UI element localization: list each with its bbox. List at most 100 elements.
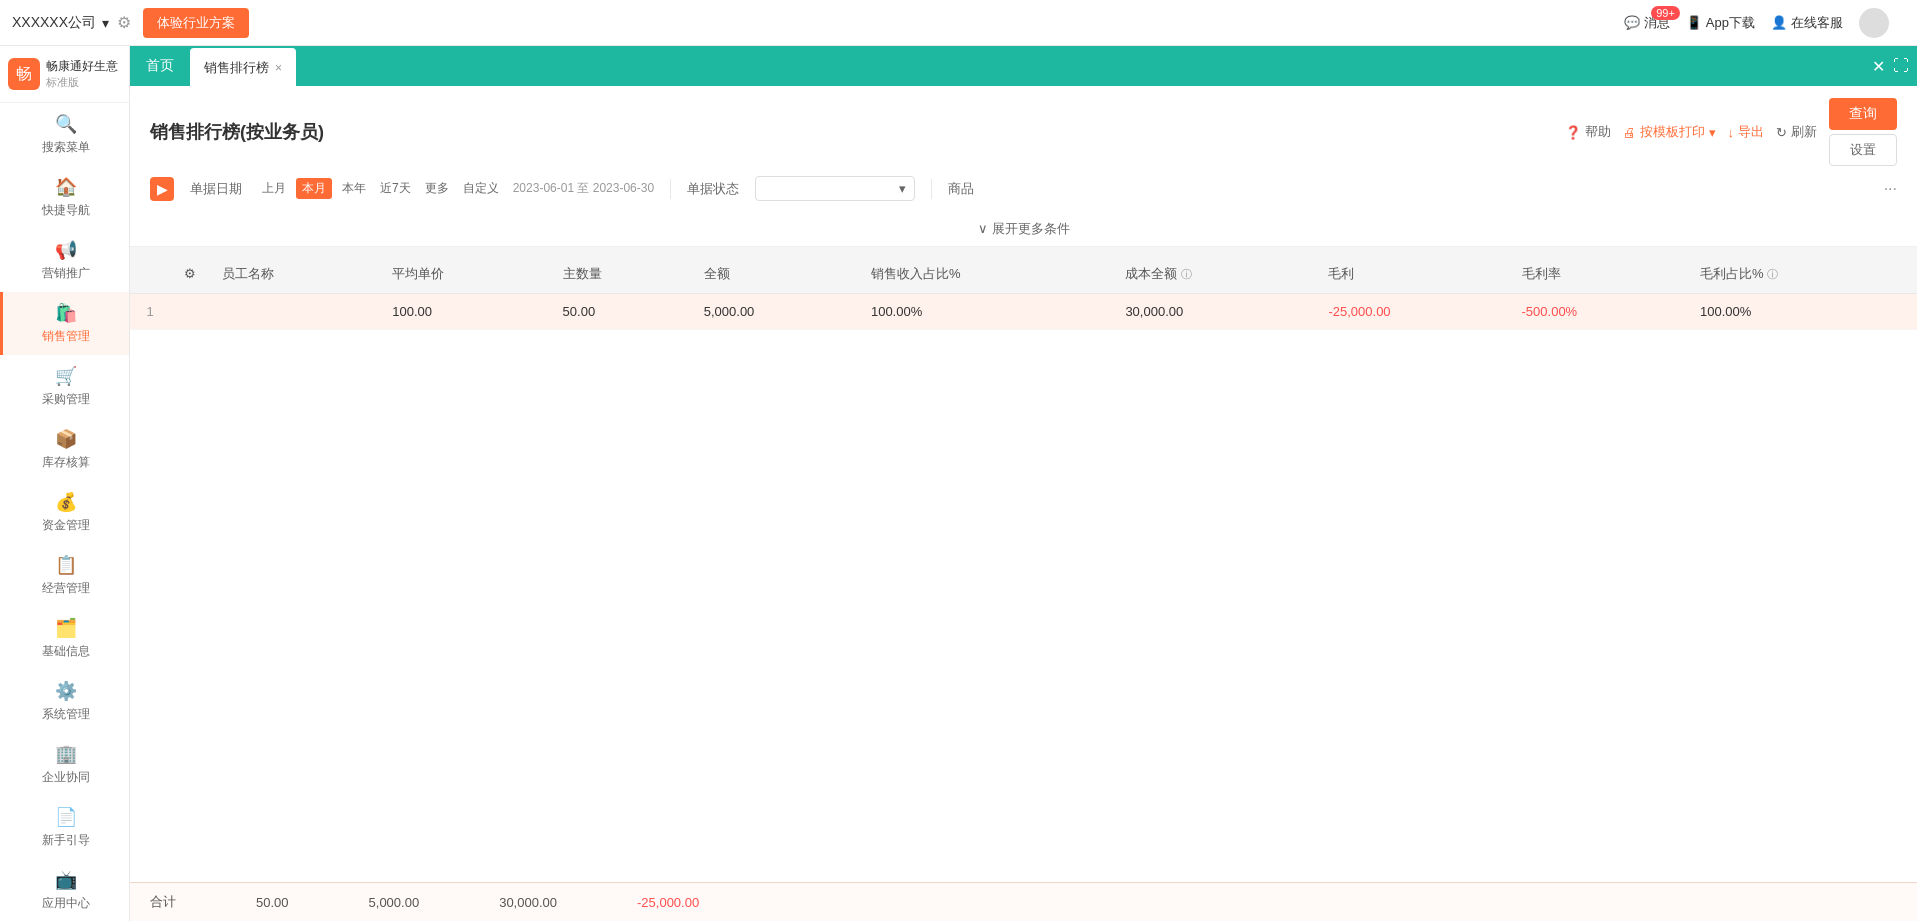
refresh-icon: ↻ <box>1776 125 1787 140</box>
print-button[interactable]: 🖨 按模板打印 ▾ <box>1623 123 1716 141</box>
footer-cost: 30,000.00 <box>499 895 557 910</box>
cell-sales-pct: 100.00% <box>859 293 1113 329</box>
help-button[interactable]: ❓ 帮助 <box>1565 123 1611 141</box>
export-button[interactable]: ↓ 导出 <box>1728 123 1765 141</box>
company-selector[interactable]: XXXXXX公司 ▾ <box>12 14 109 32</box>
status-chevron-icon: ▾ <box>899 181 906 196</box>
footer-amount: 5,000.00 <box>369 895 420 910</box>
tab-sales-ranking[interactable]: 销售排行榜 × <box>190 48 296 88</box>
filter-area: ▶ 单据日期 上月 本月 本年 近7天 更多 自定义 2023-06-01 至 … <box>150 176 1897 211</box>
chevron-down-icon: ▾ <box>102 15 109 31</box>
message-button[interactable]: 💬 消息 99+ <box>1624 14 1670 32</box>
sidebar-logo: 畅 畅康通好生意 标准版 <box>0 46 129 103</box>
tab-label: 销售排行榜 <box>204 59 269 77</box>
col-sales-pct: 销售收入占比% <box>859 255 1113 294</box>
tab-close-icon[interactable]: × <box>275 61 282 75</box>
grosspct-info-icon[interactable]: ⓘ <box>1767 268 1778 280</box>
cell-rank: 1 <box>130 293 170 329</box>
expand-more-button[interactable]: ∨ 展开更多条件 <box>978 220 1070 238</box>
goods-input[interactable] <box>990 181 1190 196</box>
sidebar-item-10[interactable]: 🏢企业协同 <box>0 733 129 796</box>
service-label: 在线客服 <box>1791 14 1843 32</box>
tab-bar: 首页 销售排行榜 × ✕ ⛶ <box>130 46 1917 86</box>
date-year-btn[interactable]: 本年 <box>338 178 370 199</box>
filter-divider2 <box>931 179 932 199</box>
date-prev-btn[interactable]: 上月 <box>258 178 290 199</box>
page-title-row: 销售排行榜(按业务员) ❓ 帮助 🖨 按模板打印 ▾ ↓ <box>150 98 1897 176</box>
date-recent-btn[interactable]: 近7天 <box>376 178 415 199</box>
sidebar-item-3[interactable]: 🛍️销售管理 <box>0 292 129 355</box>
expand-icon: ∨ <box>978 221 988 236</box>
sidebar-item-9[interactable]: ⚙️系统管理 <box>0 670 129 733</box>
cell-gross-rate: -500.00% <box>1510 293 1688 329</box>
date-current-btn[interactable]: 本月 <box>296 178 332 199</box>
sidebar-item-5[interactable]: 📦库存核算 <box>0 418 129 481</box>
company-name: XXXXXX公司 <box>12 14 96 32</box>
app-icon: 📱 <box>1686 15 1702 30</box>
sidebar-item-2[interactable]: 📢营销推广 <box>0 229 129 292</box>
query-button[interactable]: 查询 <box>1829 98 1897 130</box>
sidebar: 畅 畅康通好生意 标准版 🔍搜索菜单🏠快捷导航📢营销推广🛍️销售管理🛒采购管理📦… <box>0 46 130 921</box>
refresh-button[interactable]: ↻ 刷新 <box>1776 123 1817 141</box>
close-window-icon[interactable]: ✕ <box>1872 57 1885 76</box>
page-actions: ❓ 帮助 🖨 按模板打印 ▾ ↓ 导出 ↻ <box>1565 98 1898 166</box>
date-filter-label: 单据日期 <box>190 180 242 198</box>
print-icon: 🖨 <box>1623 125 1636 140</box>
page-header: 销售排行榜(按业务员) ❓ 帮助 🖨 按模板打印 ▾ ↓ <box>130 86 1917 211</box>
cell-avg-price: 100.00 <box>380 293 550 329</box>
tab-home[interactable]: 首页 <box>130 46 190 86</box>
status-select[interactable]: ▾ <box>755 176 915 201</box>
sidebar-item-12[interactable]: 📺应用中心 <box>0 859 129 921</box>
data-table: ⚙ 员工名称 平均单价 主数量 全额 销售收入占比% 成本全额 ⓘ 毛利 毛利率… <box>130 255 1917 330</box>
settings-button[interactable]: 设置 <box>1829 134 1897 166</box>
filter-divider <box>670 179 671 199</box>
online-service-button[interactable]: 👤 在线客服 <box>1771 14 1843 32</box>
sidebar-item-11[interactable]: 📄新手引导 <box>0 796 129 859</box>
message-icon: 💬 <box>1624 15 1640 30</box>
sidebar-item-7[interactable]: 📋经营管理 <box>0 544 129 607</box>
cell-name <box>210 293 380 329</box>
message-badge: 99+ <box>1651 6 1680 20</box>
filter-expand-button[interactable]: ▶ <box>150 177 174 201</box>
sidebar-item-0[interactable]: 🔍搜索菜单 <box>0 103 129 166</box>
table-header: ⚙ 员工名称 平均单价 主数量 全额 销售收入占比% 成本全额 ⓘ 毛利 毛利率… <box>130 255 1917 294</box>
cell-gross: -25,000.00 <box>1316 293 1509 329</box>
sidebar-item-6[interactable]: 💰资金管理 <box>0 481 129 544</box>
cell-settings <box>170 293 210 329</box>
col-rank <box>130 255 170 294</box>
date-filter: 上月 本月 本年 近7天 更多 自定义 2023-06-01 至 2023-06… <box>258 178 654 199</box>
cell-cost: 30,000.00 <box>1113 293 1316 329</box>
app-label: App下载 <box>1706 14 1755 32</box>
help-icon: ❓ <box>1565 125 1581 140</box>
avatar[interactable] <box>1859 8 1889 38</box>
settings-icon[interactable]: ⚙ <box>117 13 131 32</box>
more-filters-dots[interactable]: ··· <box>1884 180 1897 198</box>
col-settings: ⚙ <box>170 255 210 294</box>
expand-more-row: ∨ 展开更多条件 <box>130 211 1917 247</box>
col-gross-pct: 毛利占比% ⓘ <box>1688 255 1917 294</box>
footer-gross: -25,000.00 <box>637 895 699 910</box>
footer-main-qty: 50.00 <box>256 895 289 910</box>
logo-text: 畅康通好生意 标准版 <box>46 59 118 89</box>
cell-gross-pct: 100.00% <box>1688 293 1917 329</box>
try-industry-button[interactable]: 体验行业方案 <box>143 8 249 38</box>
date-custom-btn[interactable]: 自定义 <box>459 178 503 199</box>
maximize-icon[interactable]: ⛶ <box>1893 57 1909 75</box>
table-footer: 合计 50.00 5,000.00 30,000.00 -25,000.00 <box>130 882 1917 921</box>
sidebar-item-1[interactable]: 🏠快捷导航 <box>0 166 129 229</box>
col-gross-rate: 毛利率 <box>1510 255 1688 294</box>
col-gross: 毛利 <box>1316 255 1509 294</box>
goods-label: 商品 <box>948 180 974 198</box>
cell-main-qty: 50.00 <box>551 293 692 329</box>
tab-bar-right: ✕ ⛶ <box>1872 57 1917 76</box>
app-download-button[interactable]: 📱 App下载 <box>1686 14 1755 32</box>
date-more-btn[interactable]: 更多 <box>421 178 453 199</box>
col-avg-price: 平均单价 <box>380 255 550 294</box>
col-amount: 全额 <box>692 255 859 294</box>
page-title: 销售排行榜(按业务员) <box>150 120 324 144</box>
cell-amount: 5,000.00 <box>692 293 859 329</box>
sidebar-item-8[interactable]: 🗂️基础信息 <box>0 607 129 670</box>
sidebar-item-4[interactable]: 🛒采购管理 <box>0 355 129 418</box>
service-icon: 👤 <box>1771 15 1787 30</box>
cost-info-icon[interactable]: ⓘ <box>1181 268 1192 280</box>
